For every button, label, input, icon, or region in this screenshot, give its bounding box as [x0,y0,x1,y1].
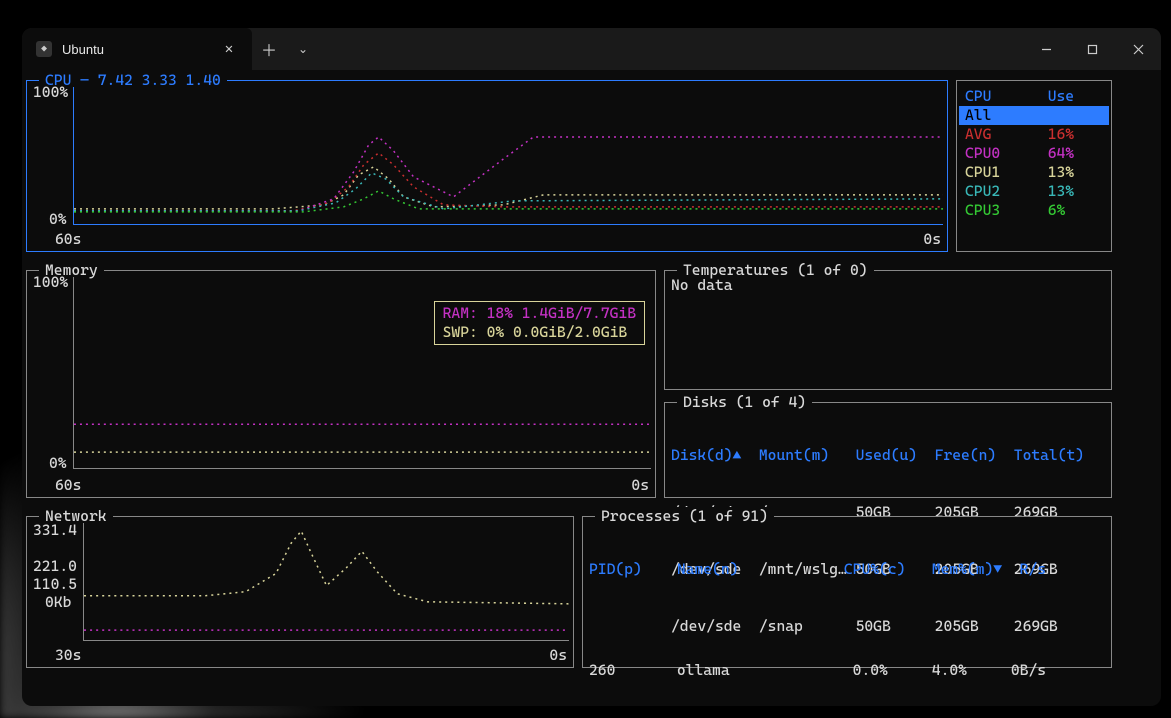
maximize-button[interactable] [1069,28,1115,70]
memory-swp-line: SWP: 0% 0.0GiB/2.0GiB [443,323,636,342]
net-y3: 331.4 [33,521,77,540]
mem-ymin: 0% [49,454,67,473]
memory-ram-line: RAM: 18% 1.4GiB/7.7GiB [443,304,636,323]
network-panel[interactable]: Network 331.4 221.0 110.5 0Kb 30s 0s [26,516,574,668]
terminal-window: ◆ Ubuntu ✕ ＋ ⌄ CPU — 7.42 3.33 1.40 100%… [22,28,1161,706]
cpu-panel[interactable]: CPU — 7.42 3.33 1.40 100% 0% 60s 0s [26,80,948,252]
minimize-button[interactable] [1023,28,1069,70]
processes-panel[interactable]: Processes (1 of 91) PID(p) Name(n) CPU%(… [582,516,1112,668]
cpu-row-cpu3[interactable]: CPU3 6% [959,201,1109,220]
mem-xleft: 60s [55,476,81,495]
new-tab-button[interactable]: ＋ [252,28,286,70]
mem-ymax: 100% [33,273,68,292]
cpu-ymin: 0% [49,210,67,229]
memory-panel[interactable]: Memory 100% 0% 60s 0s RAM: 18% 1.4GiB/7.… [26,270,656,498]
cpu-ymax: 100% [33,83,68,102]
cpu-col-cpu[interactable]: CPU [959,87,1042,106]
net-xright: 0s [549,646,567,665]
cpu-row-cpu0[interactable]: CPU0 64% [959,144,1109,163]
cpu-row-all[interactable]: All [959,106,1109,125]
net-y0: 0Kb [45,593,71,612]
network-plot [84,523,569,634]
cpu-col-use[interactable]: Use [1042,87,1109,106]
cpu-xright: 0s [923,230,941,249]
ubuntu-icon: ◆ [36,41,52,57]
mem-xright: 0s [631,476,649,495]
process-row[interactable]: 260 ollama 0.0% 4.0% 0B/s [589,661,1105,680]
close-tab-button[interactable]: ✕ [220,40,238,58]
terminal-body: CPU — 7.42 3.33 1.40 100% 0% 60s 0s [22,70,1161,706]
net-y2: 221.0 [33,557,77,576]
net-xleft: 30s [55,646,81,665]
disks-panel[interactable]: Disks (1 of 4) Disk(d)▲ Mount(m) Used(u)… [664,402,1112,498]
titlebar: ◆ Ubuntu ✕ ＋ ⌄ [22,28,1161,70]
temperatures-body: No data [671,276,1105,295]
memory-stats-box: RAM: 18% 1.4GiB/7.7GiB SWP: 0% 0.0GiB/2.… [434,301,645,345]
temperatures-panel[interactable]: Temperatures (1 of 0) No data [664,270,1112,390]
cpu-table: CPU Use All AVG 16% CPU0 64% [959,87,1109,220]
tab-title: Ubuntu [62,42,104,57]
cpu-row-cpu1[interactable]: CPU1 13% [959,163,1109,182]
disks-header[interactable]: Disk(d)▲ Mount(m) Used(u) Free(n) Total(… [671,446,1105,465]
cpu-row-avg[interactable]: AVG 16% [959,125,1109,144]
close-window-button[interactable] [1115,28,1161,70]
cpu-list-panel[interactable]: CPU Use All AVG 16% CPU0 64% [956,80,1112,252]
processes-header[interactable]: PID(p) Name(n) CPU%(c) Mem%(m)▼ R/s [589,560,1105,579]
net-y1: 110.5 [33,575,77,594]
cpu-row-cpu2[interactable]: CPU2 13% [959,182,1109,201]
tab-ubuntu[interactable]: ◆ Ubuntu ✕ [22,28,252,70]
cpu-plot [74,87,943,217]
tab-dropdown-button[interactable]: ⌄ [286,28,320,70]
cpu-xleft: 60s [55,230,81,249]
